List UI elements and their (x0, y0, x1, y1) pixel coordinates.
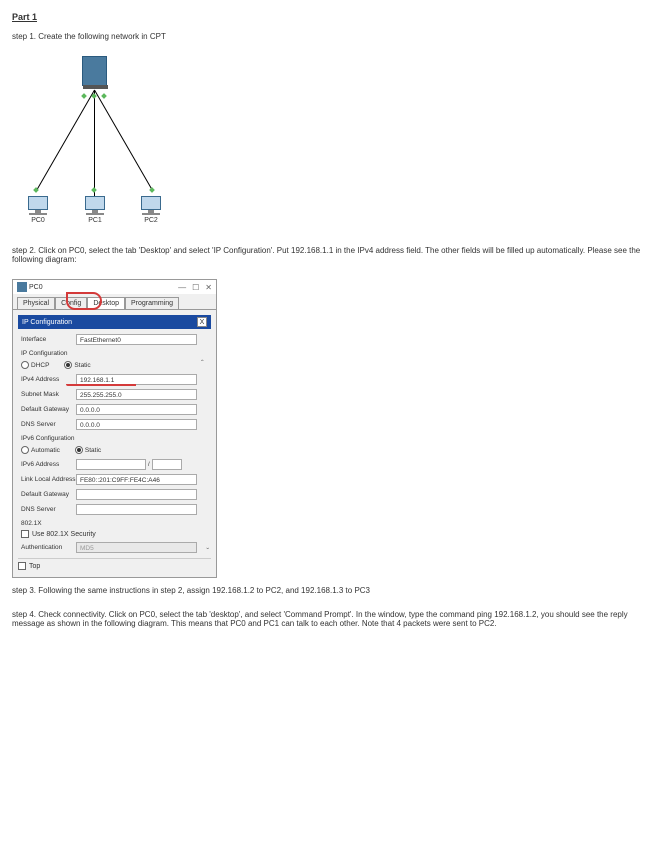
switch-icon (82, 56, 107, 86)
step-3-text: step 3. Following the same instructions … (12, 586, 652, 595)
radio-icon (21, 361, 29, 369)
pc2-label: PC2 (140, 217, 162, 224)
ipv6-config-label: IPv6 Configuration (21, 432, 197, 443)
dns-label: DNS Server (21, 421, 76, 428)
dns6-label: DNS Server (21, 506, 76, 513)
top-label: Top (29, 563, 40, 570)
automatic-radio[interactable]: Automatic (21, 446, 60, 454)
step-4-text: step 4. Check connectivity. Click on PC0… (12, 610, 652, 628)
tab-desktop[interactable]: Desktop (87, 297, 125, 309)
radio-icon (75, 446, 83, 454)
static-label: Static (74, 362, 90, 369)
annotation-underline (66, 384, 136, 386)
use-security-checkbox[interactable] (21, 530, 29, 538)
cable-line (94, 90, 152, 190)
pc0-label: PC0 (27, 217, 49, 224)
gateway6-input[interactable] (76, 489, 197, 500)
section-header: IP Configuration X (18, 315, 211, 329)
link-light-icon (91, 187, 97, 193)
pc2-icon: PC2 (140, 196, 162, 224)
static6-label: Static (85, 447, 101, 454)
pc1-icon: PC1 (84, 196, 106, 224)
part-title: Part 1 (12, 12, 652, 22)
auth-dropdown[interactable]: MD5 (76, 542, 197, 553)
link-light-icon (101, 93, 107, 99)
ipv6-prefix-input[interactable] (152, 459, 182, 470)
interface-label: Interface (21, 336, 76, 343)
network-diagram: PC0 PC1 PC2 (22, 56, 202, 226)
link-light-icon (81, 93, 87, 99)
radio-icon (21, 446, 29, 454)
cable-line (37, 90, 95, 190)
close-icon[interactable]: ✕ (205, 283, 212, 292)
dhcp-radio[interactable]: DHCP (21, 361, 49, 369)
maximize-icon[interactable]: ☐ (192, 283, 199, 292)
section-close-icon[interactable]: X (197, 317, 207, 327)
ipv4-label: IPv4 Address (21, 376, 76, 383)
cable-line (94, 90, 95, 198)
titlebar: PC0 — ☐ ✕ (13, 280, 216, 294)
section-title: IP Configuration (22, 319, 72, 326)
config-panel: IP Configuration X ˆ Interface FastEther… (13, 310, 216, 577)
gateway6-label: Default Gateway (21, 491, 76, 498)
gateway-input[interactable]: 0.0.0.0 (76, 404, 197, 415)
window-app-icon (17, 282, 27, 292)
auth-label: Authentication (21, 544, 76, 551)
pc0-config-window: PC0 — ☐ ✕ Physical Config Desktop Progra… (12, 279, 217, 578)
window-title: PC0 (29, 284, 43, 291)
static-radio[interactable]: Static (64, 361, 90, 369)
ipv6-input[interactable] (76, 459, 146, 470)
scroll-up-icon[interactable]: ˆ (201, 359, 209, 368)
subnet-label: Subnet Mask (21, 391, 76, 398)
tab-physical[interactable]: Physical (17, 297, 55, 309)
minimize-icon[interactable]: — (178, 283, 186, 292)
sec-label: 802.1X (21, 517, 197, 528)
dns-input[interactable]: 0.0.0.0 (76, 419, 197, 430)
ipv6-label: IPv6 Address (21, 461, 76, 468)
tab-programming[interactable]: Programming (125, 297, 179, 309)
tab-config[interactable]: Config (55, 297, 87, 309)
automatic-label: Automatic (31, 447, 60, 454)
interface-dropdown[interactable]: FastEthernet0 (76, 334, 197, 345)
link-local-input[interactable]: FE80::201:C9FF:FE4C:A46 (76, 474, 197, 485)
link-light-icon (149, 187, 155, 193)
pc0-icon: PC0 (27, 196, 49, 224)
window-tabs: Physical Config Desktop Programming (13, 294, 216, 310)
step-2-text: step 2. Click on PC0, select the tab 'De… (12, 246, 652, 264)
radio-icon (64, 361, 72, 369)
dhcp-label: DHCP (31, 362, 49, 369)
link-local-label: Link Local Address (21, 476, 76, 483)
static6-radio[interactable]: Static (75, 446, 101, 454)
use-security-label: Use 802.1X Security (32, 531, 96, 538)
dns6-input[interactable] (76, 504, 197, 515)
scroll-down-icon[interactable]: ˇ (206, 547, 209, 556)
gateway-label: Default Gateway (21, 406, 76, 413)
top-checkbox[interactable] (18, 562, 26, 570)
pc1-label: PC1 (84, 217, 106, 224)
subnet-input[interactable]: 255.255.255.0 (76, 389, 197, 400)
ip-config-label: IP Configuration (21, 347, 197, 358)
step-1-text: step 1. Create the following network in … (12, 32, 652, 41)
